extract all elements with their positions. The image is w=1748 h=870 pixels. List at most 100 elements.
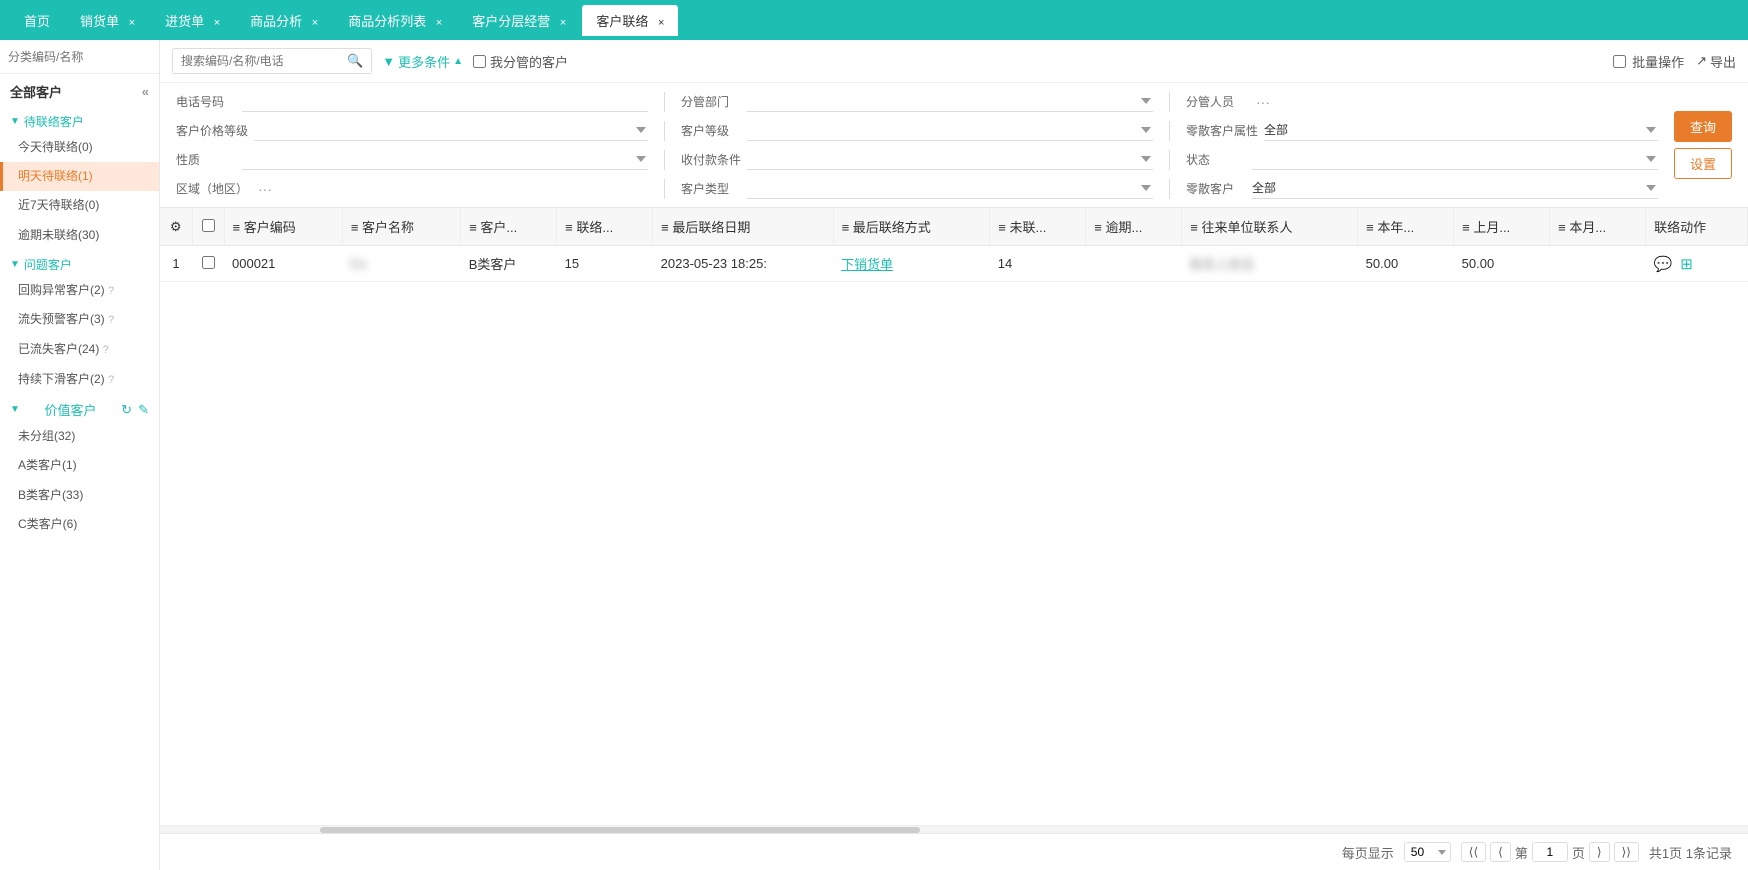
prev-page-btn[interactable]: ⟨	[1490, 842, 1511, 862]
table-row: 1 000021 Ea B类客户 15 2023-05-23 18:25: 下销…	[160, 246, 1748, 282]
row-select-checkbox[interactable]	[202, 256, 215, 269]
nav-customer-contact-close[interactable]: ×	[658, 17, 664, 29]
horizontal-scrollbar[interactable]	[160, 825, 1748, 833]
col-settings[interactable]: ⚙	[160, 208, 192, 246]
nav-product-analysis-list-close[interactable]: ×	[436, 17, 442, 29]
sidebar-item-repurchase-abnormal[interactable]: 回购异常客户(2) ?	[0, 276, 159, 306]
nav-customer-segment[interactable]: 客户分层经营 ×	[458, 5, 580, 36]
col-last-contact-date[interactable]: ≡ 最后联络日期	[653, 208, 833, 246]
sidebar-item-declining[interactable]: 持续下滑客户(2) ?	[0, 365, 159, 395]
filter-customer-level-select[interactable]	[747, 120, 1153, 141]
group-problem-customers[interactable]: 问题客户	[0, 250, 159, 276]
sidebar-item-class-c[interactable]: C类客户(6)	[0, 510, 159, 539]
sidebar-item-7days-contact[interactable]: 近7天待联络(0)	[0, 191, 159, 220]
collapse-icon[interactable]: «	[142, 84, 149, 99]
page-size-select[interactable]: 20 50 100	[1404, 842, 1451, 862]
col-checkbox[interactable]	[192, 208, 224, 246]
export-btn[interactable]: ↗ 导出	[1696, 52, 1736, 71]
nav-sales-order[interactable]: 销货单 ×	[66, 5, 149, 36]
sidebar-item-ungrouped[interactable]: 未分组(32)	[0, 422, 159, 451]
value-edit-icon[interactable]: ✎	[138, 402, 149, 418]
batch-op-btn[interactable]: 批量操作	[1613, 52, 1684, 71]
adv-filter-row3: 性质 收付款条件 状态	[176, 149, 1658, 170]
nav-customer-segment-close[interactable]: ×	[560, 17, 566, 29]
filter-region: 区域（地区） ···	[176, 180, 648, 197]
filter-manager: 分管人员 ···	[1186, 93, 1658, 110]
nav-home[interactable]: 首页	[10, 5, 64, 36]
batch-checkbox[interactable]	[1613, 55, 1626, 68]
sidebar-item-overdue-contact[interactable]: 逾期未联络(30)	[0, 221, 159, 250]
col-contact-person[interactable]: ≡ 往来单位联系人	[1182, 208, 1358, 246]
col-customer-name[interactable]: ≡ 客户名称	[342, 208, 460, 246]
my-customers-checkbox[interactable]	[473, 55, 486, 68]
col-customer-type-col[interactable]: ≡ 客户...	[461, 208, 557, 246]
filter-status-select[interactable]	[1252, 149, 1658, 170]
reset-button[interactable]: 设置	[1674, 148, 1732, 179]
nav-purchase-order[interactable]: 进货单 ×	[151, 5, 234, 36]
nav-product-analysis-list[interactable]: 商品分析列表 ×	[334, 5, 456, 36]
filter-nature-select[interactable]	[242, 149, 648, 170]
col-last-month[interactable]: ≡ 上月...	[1454, 208, 1550, 246]
filter-manager-dots[interactable]: ···	[1252, 94, 1274, 110]
col-contact-count[interactable]: ≡ 联络...	[557, 208, 653, 246]
my-customers-toggle[interactable]: 我分管的客户	[473, 52, 568, 71]
next-page-btn[interactable]: ⟩	[1589, 842, 1610, 862]
filter-price-level: 客户价格等级	[176, 120, 648, 141]
filter-search-input[interactable]	[181, 54, 341, 68]
scrollbar-thumb[interactable]	[320, 827, 920, 833]
col-customer-code[interactable]: ≡ 客户编码	[224, 208, 342, 246]
filter-phone-input[interactable]	[242, 91, 648, 112]
col-action[interactable]: 联络动作	[1646, 208, 1748, 246]
col-this-month[interactable]: ≡ 本月...	[1550, 208, 1646, 246]
row-checkbox[interactable]	[192, 246, 224, 282]
nav-customer-contact[interactable]: 客户联络 ×	[582, 5, 678, 36]
nav-sales-order-close[interactable]: ×	[129, 17, 135, 29]
filter-scatter-attr-select[interactable]: 全部	[1264, 120, 1658, 141]
page-navigation: ⟨⟨ ⟨ 第 页 ⟩ ⟩⟩	[1461, 842, 1639, 862]
group-value-customers[interactable]: 价值客户 ↻ ✎	[0, 394, 159, 422]
nav-product-analysis[interactable]: 商品分析 ×	[236, 5, 332, 36]
query-button[interactable]: 查询	[1674, 111, 1732, 142]
sidebar-item-churned[interactable]: 已流失客户(24) ?	[0, 335, 159, 365]
filter-dept-select[interactable]	[747, 91, 1153, 112]
col-contact-count-label: ≡ 联络...	[565, 220, 613, 235]
col-no-contact[interactable]: ≡ 未联...	[990, 208, 1086, 246]
first-page-btn[interactable]: ⟨⟨	[1461, 842, 1486, 862]
action-grid-icon[interactable]: ⊞	[1680, 255, 1693, 273]
filter-icon: ▼	[382, 54, 395, 69]
value-refresh-icon[interactable]: ↻	[121, 402, 132, 418]
sidebar-search-input[interactable]	[8, 50, 160, 64]
page-number-input[interactable]	[1532, 842, 1568, 862]
col-action-label: 联络动作	[1654, 220, 1706, 235]
customer-table: ⚙ ≡ 客户编码 ≡ 客户名称 ≡ 客户... ≡ 联络... ≡ 最后联络日期…	[160, 208, 1748, 825]
col-this-year-label: ≡ 本年...	[1366, 220, 1414, 235]
table-header-row: ⚙ ≡ 客户编码 ≡ 客户名称 ≡ 客户... ≡ 联络... ≡ 最后联络日期…	[160, 208, 1748, 246]
col-overdue[interactable]: ≡ 逾期...	[1086, 208, 1182, 246]
filter-search-icon[interactable]: 🔍	[347, 53, 363, 69]
group-pending-contact[interactable]: 待联络客户	[0, 107, 159, 133]
filter-customer-type-select[interactable]	[747, 178, 1153, 199]
row-last-contact-link[interactable]: 下销货单	[841, 257, 893, 272]
more-filters-btn[interactable]: ▼ 更多条件 ▲	[382, 52, 463, 71]
sidebar-item-churn-warning[interactable]: 流失预警客户(3) ?	[0, 305, 159, 335]
row-contact-person-blurred: 联系人姓名	[1190, 257, 1255, 272]
nav-purchase-order-close[interactable]: ×	[214, 17, 220, 29]
filter-scatter-customer-select[interactable]: 全部	[1252, 178, 1658, 199]
sidebar-item-class-b[interactable]: B类客户(33)	[0, 481, 159, 510]
adv-filter-row1: 电话号码 分管部门 分管人员 ···	[176, 91, 1658, 112]
action-chat-icon[interactable]: 💬	[1654, 255, 1673, 273]
filter-region-dots[interactable]: ···	[254, 181, 276, 197]
nav-product-analysis-close[interactable]: ×	[312, 17, 318, 29]
select-all-checkbox[interactable]	[202, 219, 215, 232]
filter-payment-select[interactable]	[747, 149, 1153, 170]
export-icon: ↗	[1696, 53, 1707, 69]
sidebar-item-class-a[interactable]: A类客户(1)	[0, 451, 159, 480]
adv-filter-row4: 区域（地区） ··· 客户类型 零散客户 全部	[176, 178, 1658, 199]
col-this-year[interactable]: ≡ 本年...	[1358, 208, 1454, 246]
last-page-btn[interactable]: ⟩⟩	[1614, 842, 1639, 862]
col-last-contact-method[interactable]: ≡ 最后联络方式	[833, 208, 990, 246]
row-last-contact-method[interactable]: 下销货单	[833, 246, 990, 282]
filter-price-level-select[interactable]	[254, 120, 648, 141]
sidebar-item-today-contact[interactable]: 今天待联络(0)	[0, 133, 159, 162]
sidebar-item-tomorrow-contact[interactable]: 明天待联络(1)	[0, 162, 159, 191]
